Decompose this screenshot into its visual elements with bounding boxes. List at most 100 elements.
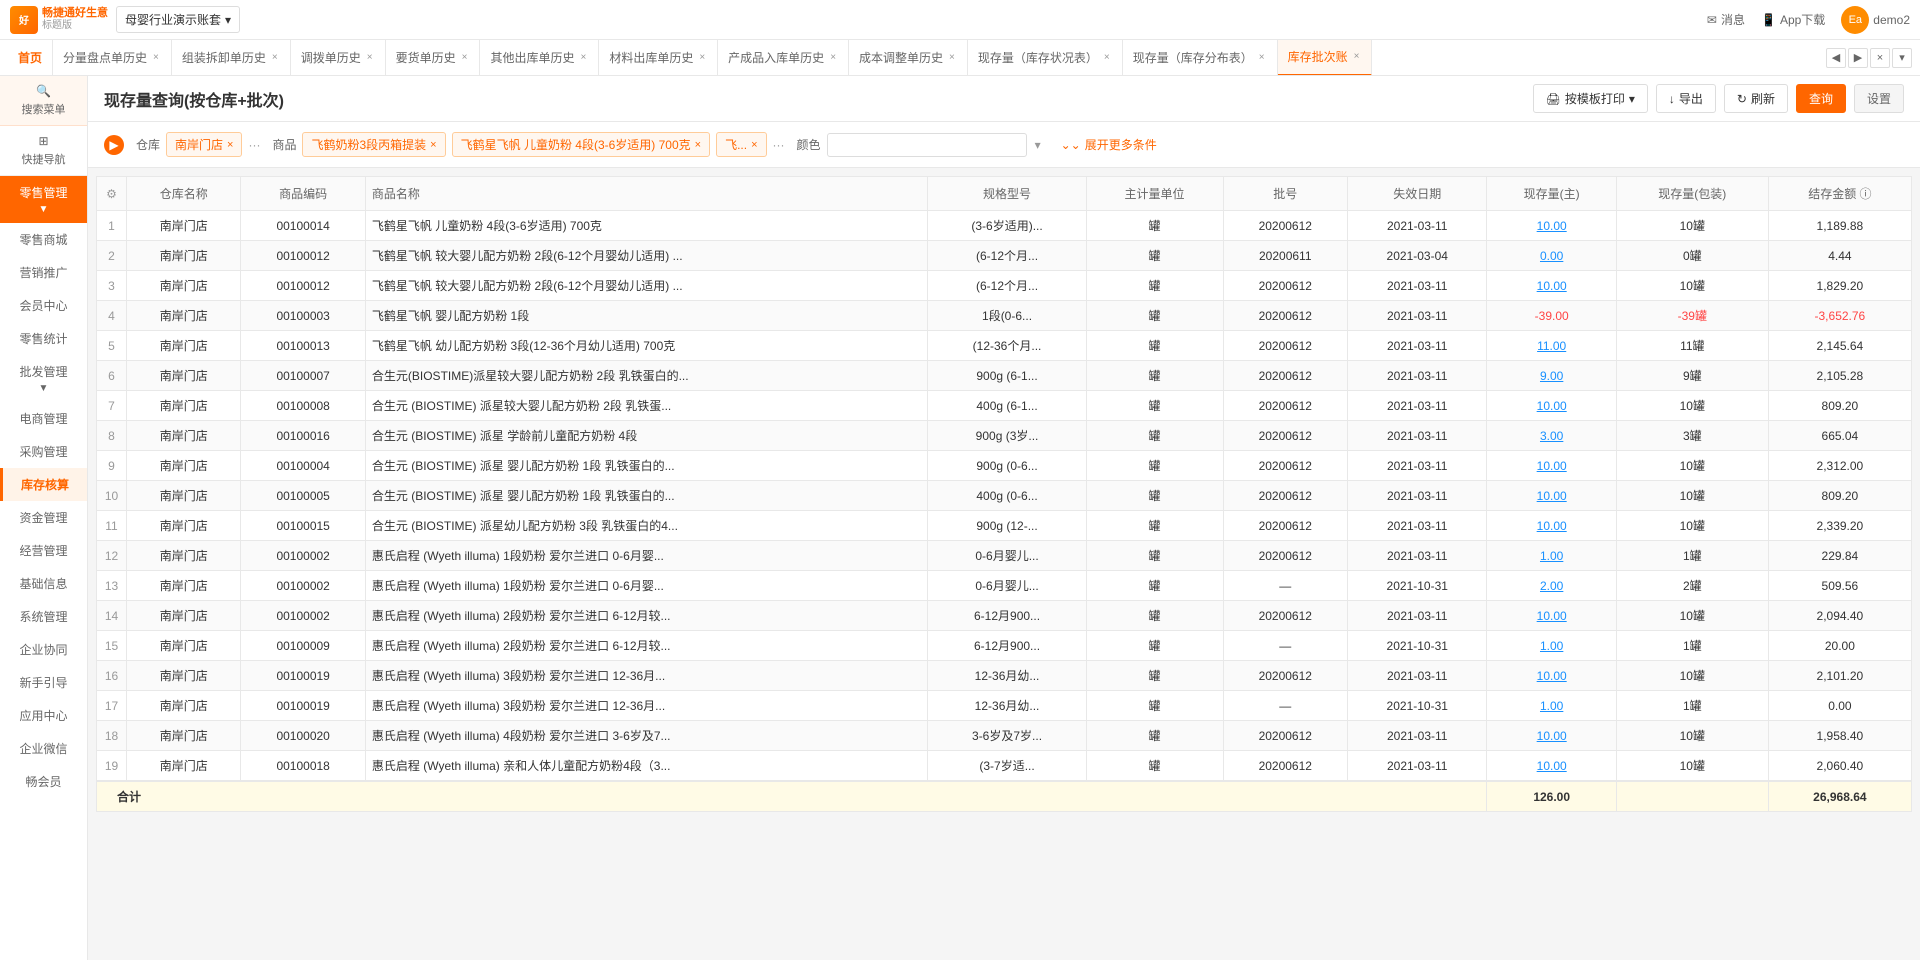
color-input[interactable] xyxy=(827,133,1027,157)
app-download-action[interactable]: 📱 App下载 xyxy=(1761,11,1825,28)
tab-material-out[interactable]: 材料出库单历史 × xyxy=(599,40,718,76)
warehouse-remove-icon[interactable]: × xyxy=(227,139,233,151)
tab-close-icon[interactable]: × xyxy=(1102,51,1112,64)
sidebar-item-finance[interactable]: 资金管理 xyxy=(0,501,87,534)
tab-close-icon[interactable]: × xyxy=(697,51,707,64)
sidebar-item-member[interactable]: 会员中心 xyxy=(0,289,87,322)
sidebar-item-member2[interactable]: 畅会员 xyxy=(0,765,87,798)
warehouse-tag[interactable]: 南岸门店 × xyxy=(166,132,242,157)
cell-stock-main[interactable]: 10.00 xyxy=(1487,721,1616,751)
cell-unit: 罐 xyxy=(1086,481,1223,511)
tab-close-icon[interactable]: × xyxy=(578,51,588,64)
sidebar-item-basic[interactable]: 基础信息 xyxy=(0,567,87,600)
cell-stock-pkg: 1罐 xyxy=(1616,631,1768,661)
tab-cost-adjust[interactable]: 成本调整单历史 × xyxy=(849,40,968,76)
sidebar-item-shop[interactable]: 零售商城 xyxy=(0,223,87,256)
product-remove-icon[interactable]: × xyxy=(430,139,436,151)
cell-stock-main[interactable]: 10.00 xyxy=(1487,391,1616,421)
cell-stock-main[interactable]: 1.00 xyxy=(1487,691,1616,721)
tab-close-icon[interactable]: × xyxy=(365,51,375,64)
tab-other-outbound[interactable]: 其他出库单历史 × xyxy=(480,40,599,76)
color-filter: 颜色 ▾ xyxy=(797,133,1041,157)
tab-home[interactable]: 首页 xyxy=(8,40,53,76)
tab-close-icon[interactable]: × xyxy=(151,51,161,64)
tab-requisition[interactable]: 要货单历史 × xyxy=(386,40,481,76)
warehouse-more-icon[interactable]: ··· xyxy=(248,138,260,152)
cell-warehouse: 南岸门店 xyxy=(127,301,241,331)
sidebar-item-system[interactable]: 系统管理 xyxy=(0,600,87,633)
tab-finished-in[interactable]: 产成品入库单历史 × xyxy=(718,40,849,76)
sidebar-item-enterprise[interactable]: 企业协同 xyxy=(0,633,87,666)
sidebar-item-wholesale[interactable]: 批发管理 ▼ xyxy=(0,355,87,402)
expand-conditions-button[interactable]: ⌄⌄ 展开更多条件 xyxy=(1053,132,1165,157)
sidebar-item-guide[interactable]: 新手引导 xyxy=(0,666,87,699)
cell-stock-main[interactable]: 10.00 xyxy=(1487,271,1616,301)
query-button[interactable]: 查询 xyxy=(1796,84,1846,113)
sidebar-item-search[interactable]: 🔍 搜索菜单 xyxy=(0,76,87,126)
table-row: 1 南岸门店 00100014 飞鹤星飞帆 儿童奶粉 4段(3-6岁适用) 70… xyxy=(97,211,1912,241)
cell-stock-pkg: 9罐 xyxy=(1616,361,1768,391)
nav-close-arrow[interactable]: × xyxy=(1870,48,1890,68)
refresh-button[interactable]: ↻ 刷新 xyxy=(1724,84,1788,113)
th-settings[interactable]: ⚙ xyxy=(97,177,127,211)
message-action[interactable]: ✉ 消息 xyxy=(1707,11,1745,28)
cell-stock-main[interactable]: 10.00 xyxy=(1487,661,1616,691)
tab-assembly[interactable]: 组装拆卸单历史 × xyxy=(172,40,291,76)
product-tag1[interactable]: 飞鹤奶粉3段丙箱提装 × xyxy=(302,132,445,157)
user-info[interactable]: Ea demo2 xyxy=(1841,6,1910,34)
cell-balance: 1,189.88 xyxy=(1768,211,1911,241)
cell-stock-main[interactable]: 0.00 xyxy=(1487,241,1616,271)
tab-close-icon[interactable]: × xyxy=(1352,50,1362,63)
sidebar-item-operations[interactable]: 经营管理 xyxy=(0,534,87,567)
settings-button[interactable]: 设置 xyxy=(1854,84,1904,113)
tab-close-icon[interactable]: × xyxy=(828,51,838,64)
tab-close-icon[interactable]: × xyxy=(1257,51,1267,64)
tab-close-icon[interactable]: × xyxy=(947,51,957,64)
cell-stock-main[interactable]: -39.00 xyxy=(1487,301,1616,331)
sidebar-item-stats[interactable]: 零售统计 xyxy=(0,322,87,355)
nav-menu-arrow[interactable]: ▾ xyxy=(1892,48,1912,68)
product-more-icon[interactable]: ··· xyxy=(773,138,785,152)
tab-inventory-count[interactable]: 分量盘点单历史 × xyxy=(53,40,172,76)
sidebar-item-quick-nav[interactable]: ⊞ 快捷导航 xyxy=(0,126,87,176)
sidebar-item-inventory[interactable]: 库存核算 xyxy=(0,468,87,501)
product-remove-icon[interactable]: × xyxy=(695,139,701,151)
tab-transfer[interactable]: 调拨单历史 × xyxy=(291,40,386,76)
account-dropdown[interactable]: 母婴行业演示账套 ▾ xyxy=(116,6,240,33)
filter-expand-arrow[interactable]: ▶ xyxy=(104,135,124,155)
cell-stock-pkg: 11罐 xyxy=(1616,331,1768,361)
print-button[interactable]: 🖨 按模板打印 ▾ xyxy=(1533,84,1648,113)
product-tag2[interactable]: 飞鹤星飞帆 儿童奶粉 4段(3-6岁适用) 700克 × xyxy=(452,132,710,157)
cell-stock-main[interactable]: 10.00 xyxy=(1487,451,1616,481)
tab-close-icon[interactable]: × xyxy=(460,51,470,64)
export-button[interactable]: ↓ 导出 xyxy=(1656,84,1716,113)
nav-prev-arrow[interactable]: ◀ xyxy=(1826,48,1846,68)
cell-spec: (6-12个月... xyxy=(928,271,1086,301)
cell-stock-main[interactable]: 9.00 xyxy=(1487,361,1616,391)
cell-stock-main[interactable]: 10.00 xyxy=(1487,511,1616,541)
cell-stock-main[interactable]: 10.00 xyxy=(1487,481,1616,511)
tab-batch-account[interactable]: 库存批次账 × xyxy=(1278,40,1373,76)
cell-stock-main[interactable]: 2.00 xyxy=(1487,571,1616,601)
cell-stock-main[interactable]: 1.00 xyxy=(1487,541,1616,571)
cell-stock-main[interactable]: 10.00 xyxy=(1487,751,1616,782)
cell-stock-main[interactable]: 11.00 xyxy=(1487,331,1616,361)
sidebar-item-marketing[interactable]: 营销推广 xyxy=(0,256,87,289)
tab-stock-status[interactable]: 现存量（库存状况表） × xyxy=(968,40,1123,76)
product-tag3[interactable]: 飞... × xyxy=(716,132,766,157)
tab-stock-dist[interactable]: 现存量（库存分布表） × xyxy=(1123,40,1278,76)
tab-close-icon[interactable]: × xyxy=(270,51,280,64)
sidebar-item-wechat[interactable]: 企业微信 xyxy=(0,732,87,765)
nav-next-arrow[interactable]: ▶ xyxy=(1848,48,1868,68)
cell-stock-main[interactable]: 1.00 xyxy=(1487,631,1616,661)
cell-stock-main[interactable]: 10.00 xyxy=(1487,601,1616,631)
cell-stock-main[interactable]: 3.00 xyxy=(1487,421,1616,451)
sidebar-item-ecommerce[interactable]: 电商管理 xyxy=(0,402,87,435)
cell-stock-main[interactable]: 10.00 xyxy=(1487,211,1616,241)
sidebar-item-purchase[interactable]: 采购管理 xyxy=(0,435,87,468)
product-remove-icon[interactable]: × xyxy=(751,139,757,151)
sidebar-item-retail[interactable]: 零售管理 ▼ xyxy=(0,176,87,223)
color-dropdown-icon[interactable]: ▾ xyxy=(1035,138,1041,152)
cell-unit: 罐 xyxy=(1086,271,1223,301)
sidebar-item-appstore[interactable]: 应用中心 xyxy=(0,699,87,732)
